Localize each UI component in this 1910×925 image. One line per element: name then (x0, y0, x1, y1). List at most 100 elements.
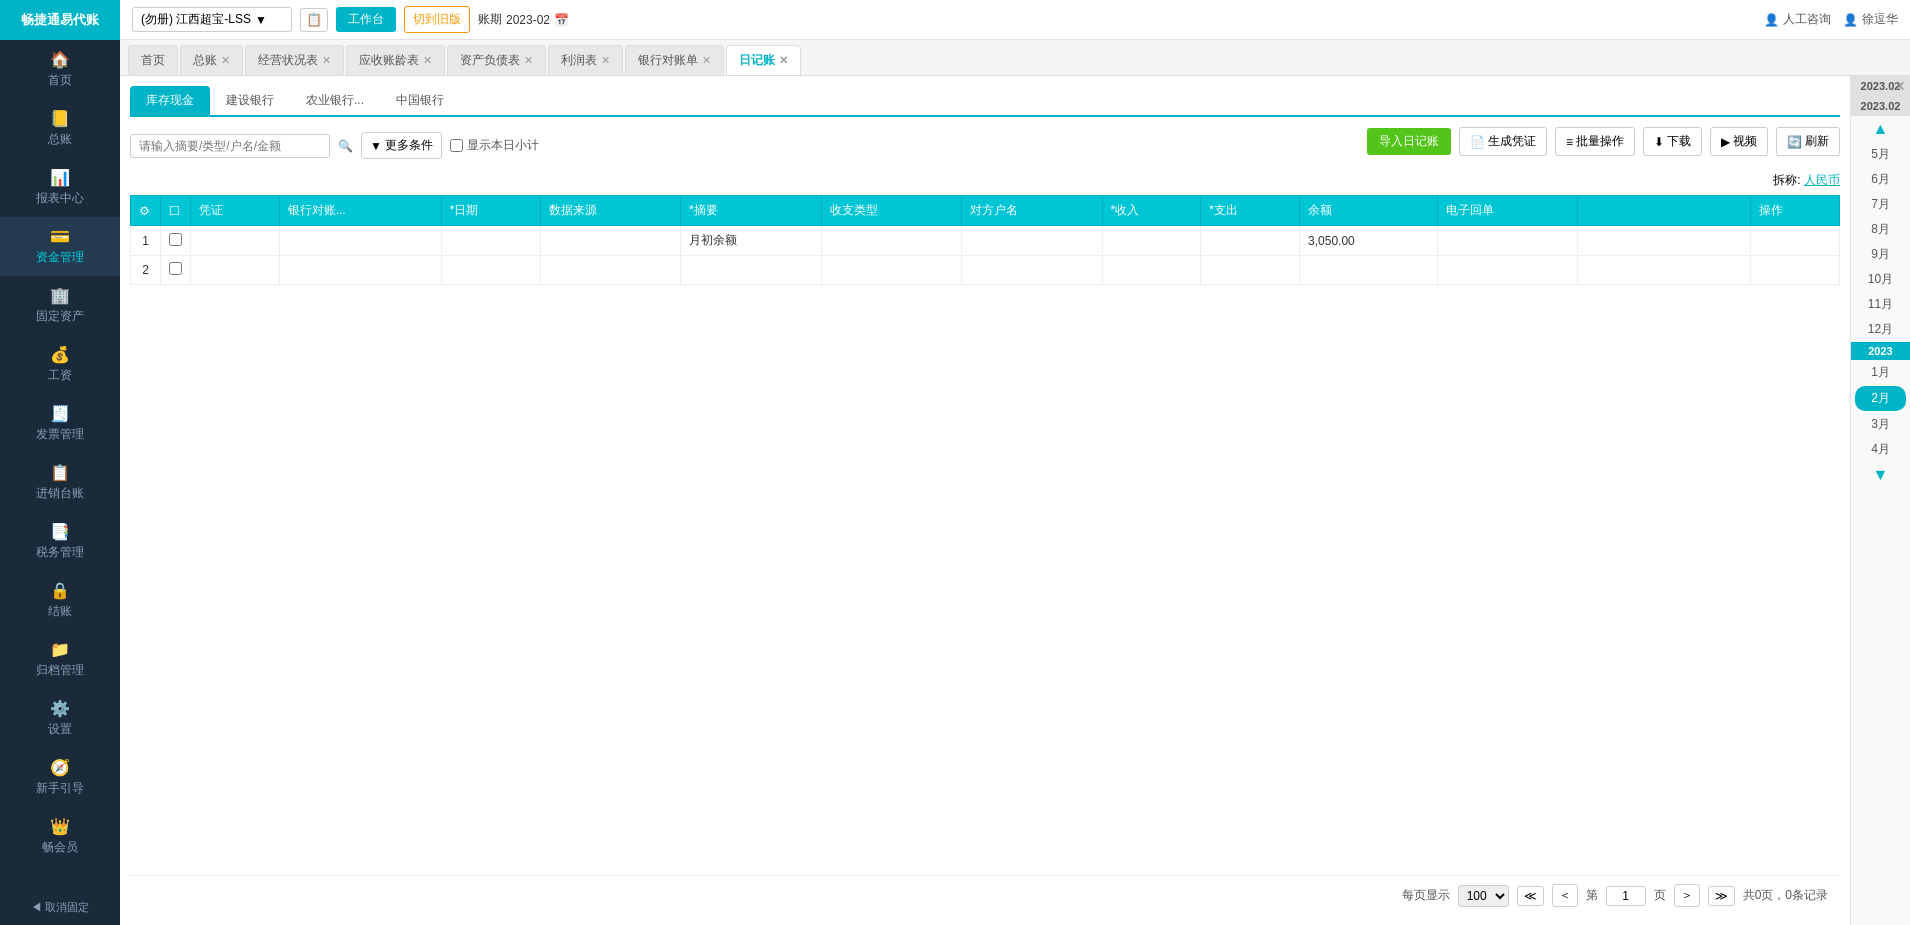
avatar: 👤 (1843, 13, 1858, 27)
row-data-source (540, 256, 681, 285)
th-check[interactable]: ☐ (161, 196, 191, 226)
tab-bank-stmt[interactable]: 银行对账单 ✕ (625, 45, 724, 75)
last-page-button[interactable]: ≫ (1708, 886, 1735, 906)
cal-month-12[interactable]: 12月 (1851, 317, 1910, 342)
period-label: 账期 2023-02 📅 (478, 11, 569, 28)
row-check[interactable] (161, 226, 191, 256)
show-daily-subtotal-checkbox[interactable]: 显示本日小计 (450, 137, 539, 154)
import-journal-button[interactable]: 导入日记账 (1367, 128, 1451, 155)
calendar-icon[interactable]: 📅 (554, 13, 569, 27)
company-select[interactable]: (勿册) 江西超宝-LSS ▼ (132, 7, 292, 32)
subtab-cash[interactable]: 库存现金 (130, 86, 210, 115)
batch-operation-button[interactable]: ≡ 批量操作 (1555, 127, 1635, 156)
switch-old-version-button[interactable]: 切到旧版 (404, 6, 470, 33)
more-filter-button[interactable]: ▼ 更多条件 (361, 132, 442, 159)
close-icon[interactable]: ✕ (423, 54, 432, 67)
th-data-source: 数据来源 (540, 196, 681, 226)
tab-assets-liab[interactable]: 资产负债表 ✕ (447, 45, 546, 75)
search-icon[interactable]: 🔍 (338, 139, 353, 153)
prev-page-button[interactable]: ＜ (1552, 884, 1578, 907)
sidebar-item-ledger[interactable]: 📒 总账 (0, 99, 120, 158)
period-value: 2023-02 (506, 13, 550, 27)
generate-voucher-button[interactable]: 📄 生成凭证 (1459, 127, 1547, 156)
sidebar-item-wages[interactable]: 💰 工资 (0, 335, 120, 394)
cal-nav-up[interactable]: ▲ (1851, 116, 1910, 142)
customer-service-btn[interactable]: 👤 人工咨询 (1764, 11, 1831, 28)
row-action (1751, 256, 1840, 285)
sidebar-item-home[interactable]: 🏠 首页 (0, 40, 120, 99)
cal-month-1[interactable]: 1月 (1851, 360, 1910, 385)
th-settings[interactable]: ⚙ (131, 196, 161, 226)
row-num: 2 (131, 256, 161, 285)
copy-btn[interactable]: 📋 (300, 8, 328, 32)
row-expense (1201, 226, 1300, 256)
subtab-nongye[interactable]: 农业银行... (290, 86, 380, 115)
cal-month-5[interactable]: 5月 (1851, 142, 1910, 167)
sidebar-item-finance[interactable]: 💳 资金管理 (0, 217, 120, 276)
refresh-button[interactable]: 🔄 刷新 (1776, 127, 1840, 156)
sidebar-item-close[interactable]: 🔒 结账 (0, 571, 120, 630)
tab-journal[interactable]: 日记账 ✕ (726, 45, 801, 75)
close-icon[interactable]: ✕ (524, 54, 533, 67)
cal-nav-down[interactable]: ▼ (1851, 462, 1910, 488)
row-balance (1300, 256, 1438, 285)
copy-icon: 📋 (306, 12, 322, 27)
cal-month-10[interactable]: 10月 (1851, 267, 1910, 292)
assets-tab-label: 资产负债表 (460, 52, 520, 69)
cal-month-4[interactable]: 4月 (1851, 437, 1910, 462)
th-balance: 余额 (1300, 196, 1438, 226)
sidebar-item-reports[interactable]: 📊 报表中心 (0, 158, 120, 217)
close-icon[interactable]: ✕ (322, 54, 331, 67)
sidebar-item-member[interactable]: 👑 畅会员 (0, 807, 120, 866)
row-electronic (1437, 226, 1578, 256)
cal-month-6[interactable]: 6月 (1851, 167, 1910, 192)
tab-profit[interactable]: 利润表 ✕ (548, 45, 623, 75)
close-icon[interactable]: ✕ (221, 54, 230, 67)
close-icon[interactable]: ✕ (779, 54, 788, 67)
search-input[interactable] (130, 134, 330, 158)
row-electronic (1437, 256, 1578, 285)
unpin-sidebar-btn[interactable]: ◀ 取消固定 (0, 890, 120, 925)
page-input[interactable] (1606, 886, 1646, 906)
close-icon[interactable]: ✕ (702, 54, 711, 67)
tab-home[interactable]: 首页 (128, 45, 178, 75)
tab-status[interactable]: 经营状况表 ✕ (245, 45, 344, 75)
ledger-icon: 📒 (50, 109, 70, 128)
currency-link[interactable]: 人民币 (1804, 173, 1840, 187)
cal-month-7[interactable]: 7月 (1851, 192, 1910, 217)
page-suffix: 页 (1654, 887, 1666, 904)
cal-month-2[interactable]: 2月 (1855, 386, 1906, 411)
subtab-jianshe[interactable]: 建设银行 (210, 86, 290, 115)
cal-month-9[interactable]: 9月 (1851, 242, 1910, 267)
download-button[interactable]: ⬇ 下载 (1643, 127, 1702, 156)
subtab-zhongguo[interactable]: 中国银行 (380, 86, 460, 115)
batch-icon: ≡ (1566, 135, 1573, 149)
next-page-button[interactable]: ＞ (1674, 884, 1700, 907)
daily-subtotal-check[interactable] (450, 139, 463, 152)
per-page-select[interactable]: 100 50 200 (1458, 885, 1509, 907)
total-records: 共0页，0条记录 (1743, 887, 1828, 904)
tax-icon: 📑 (50, 522, 70, 541)
sidebar-item-guide[interactable]: 🧭 新手引导 (0, 748, 120, 807)
user-profile-btn[interactable]: 👤 徐逗华 (1843, 11, 1898, 28)
cal-month-8[interactable]: 8月 (1851, 217, 1910, 242)
first-page-button[interactable]: ≪ (1517, 886, 1544, 906)
row-check[interactable] (161, 256, 191, 285)
cal-month-3[interactable]: 3月 (1851, 412, 1910, 437)
close-icon[interactable]: ✕ (601, 54, 610, 67)
calendar-panel: ✕ 2023.02 2023.02 ▲ 5月 6月 7月 8月 9月 10月 1… (1850, 76, 1910, 925)
calendar-close-btn[interactable]: ✕ (1894, 78, 1906, 94)
workspace-button[interactable]: 工作台 (336, 7, 396, 32)
sidebar-item-archive[interactable]: 📁 归档管理 (0, 630, 120, 689)
tab-ledger[interactable]: 总账 ✕ (180, 45, 243, 75)
wages-icon: 💰 (50, 345, 70, 364)
sidebar-item-tax[interactable]: 📑 税务管理 (0, 512, 120, 571)
video-button[interactable]: ▶ 视频 (1710, 127, 1768, 156)
sidebar-item-assets[interactable]: 🏢 固定资产 (0, 276, 120, 335)
row-summary: 月初余额 (681, 226, 822, 256)
tab-receivable[interactable]: 应收账龄表 ✕ (346, 45, 445, 75)
sidebar-item-invoices[interactable]: 🧾 发票管理 (0, 394, 120, 453)
cal-month-11[interactable]: 11月 (1851, 292, 1910, 317)
sidebar-item-settings[interactable]: ⚙️ 设置 (0, 689, 120, 748)
sidebar-item-sales[interactable]: 📋 进销台账 (0, 453, 120, 512)
